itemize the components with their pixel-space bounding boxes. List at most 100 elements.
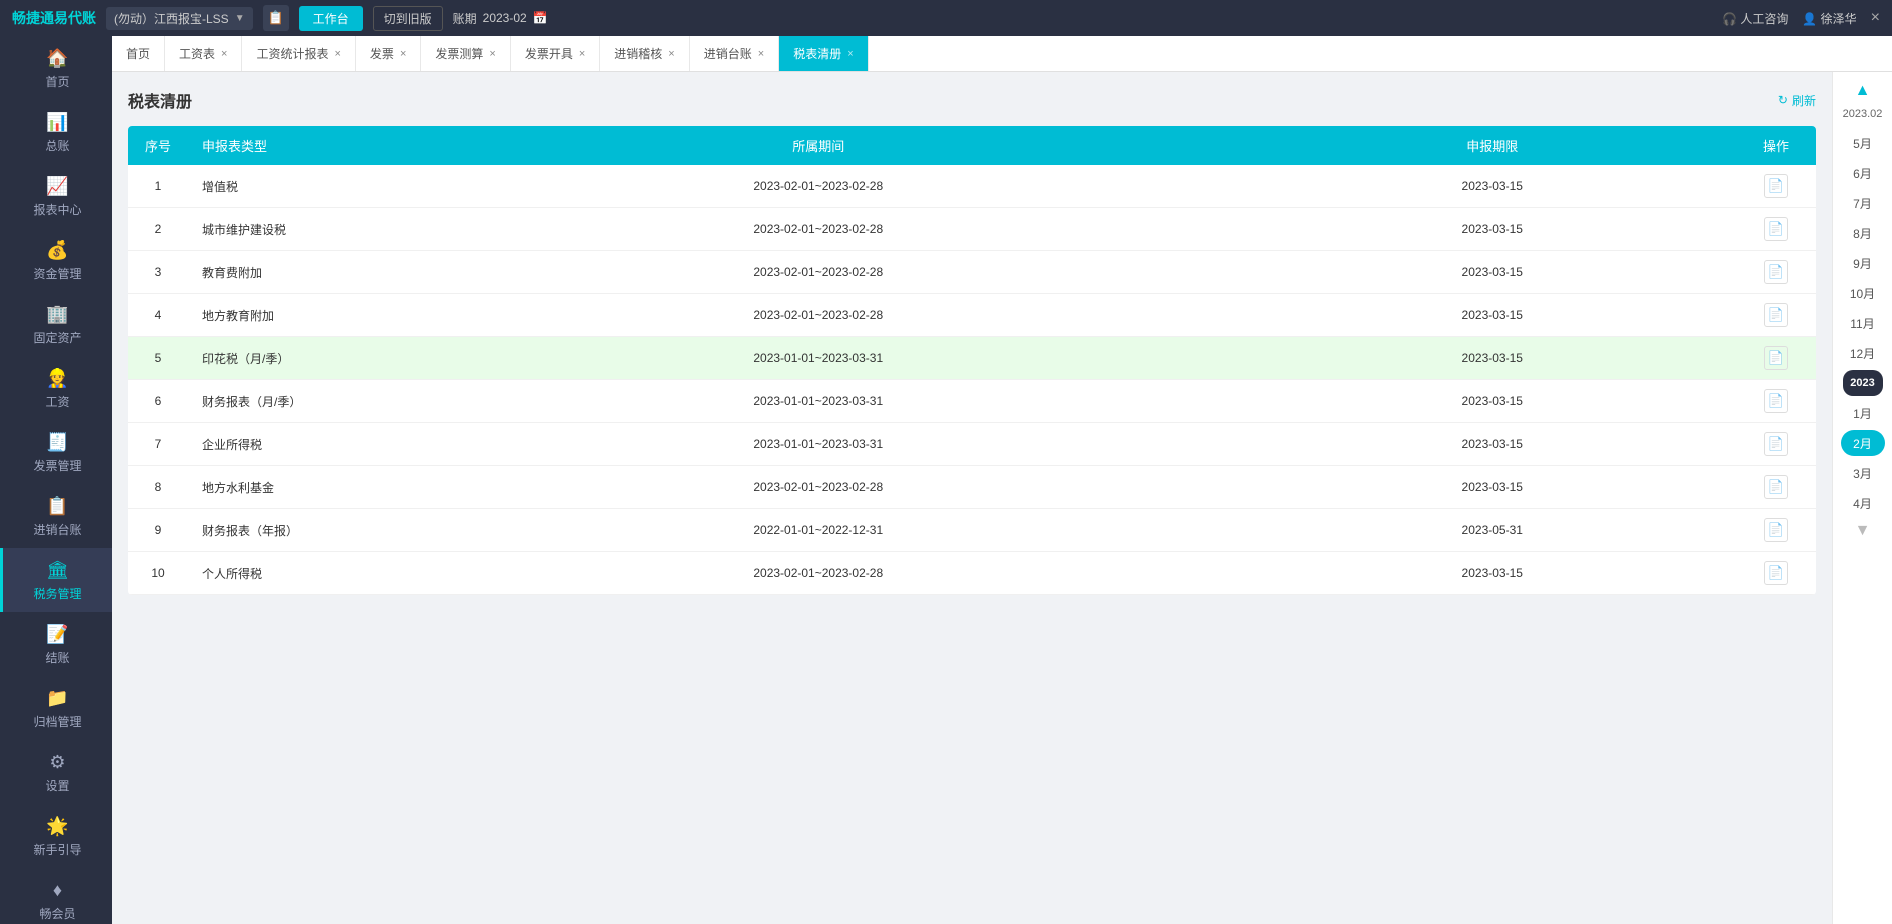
sidebar-label-assets: 固定资产 bbox=[33, 329, 81, 346]
workbench-button[interactable]: 工作台 bbox=[299, 6, 363, 31]
sidebar-item-invoices[interactable]: 🧾 发票管理 bbox=[0, 420, 112, 484]
action-detail-icon[interactable]: 📄 bbox=[1764, 260, 1788, 284]
month-3[interactable]: 3月 bbox=[1841, 460, 1885, 486]
company-name: (勿动）江西报宝-LSS bbox=[114, 10, 229, 27]
sidebar-label-home: 首页 bbox=[45, 73, 69, 90]
cell-index: 3 bbox=[128, 251, 188, 294]
cell-period: 2023-02-01~2023-02-28 bbox=[388, 251, 1248, 294]
month-12[interactable]: 12月 bbox=[1841, 340, 1885, 366]
action-detail-icon[interactable]: 📄 bbox=[1764, 174, 1788, 198]
user-profile[interactable]: 👤 徐泽华 bbox=[1802, 10, 1856, 27]
tab-purchase-ledger[interactable]: 进销台账 × bbox=[690, 36, 779, 71]
sidebar-item-settings[interactable]: ⚙ 设置 bbox=[0, 740, 112, 804]
cell-deadline: 2023-03-15 bbox=[1248, 165, 1736, 208]
page-header: 税表清册 ↻ 刷新 bbox=[128, 88, 1816, 112]
sidebar-item-closing[interactable]: 📝 结账 bbox=[0, 612, 112, 676]
sidebar-item-reports[interactable]: 📈 报表中心 bbox=[0, 164, 112, 228]
cell-index: 7 bbox=[128, 423, 188, 466]
action-detail-icon[interactable]: 📄 bbox=[1764, 217, 1788, 241]
sidebar-item-funds[interactable]: 💰 资金管理 bbox=[0, 228, 112, 292]
top-bar: 畅捷通易代账 (勿动）江西报宝-LSS ▼ 📋 工作台 切到旧版 账期 2023… bbox=[0, 0, 1892, 36]
ledger-icon: 📊 bbox=[46, 112, 68, 133]
action-detail-icon[interactable]: 📄 bbox=[1764, 303, 1788, 327]
cell-period: 2023-02-01~2023-02-28 bbox=[388, 552, 1248, 595]
action-detail-icon[interactable]: 📄 bbox=[1764, 561, 1788, 585]
month-8[interactable]: 8月 bbox=[1841, 220, 1885, 246]
tab-invoice-issue[interactable]: 发票开具 × bbox=[511, 36, 600, 71]
tab-purchase-audit-close[interactable]: × bbox=[668, 48, 674, 60]
copy-icon[interactable]: 📋 bbox=[263, 5, 289, 31]
sidebar-item-home[interactable]: 🏠 首页 bbox=[0, 36, 112, 100]
action-detail-icon[interactable]: 📄 bbox=[1764, 346, 1788, 370]
guide-icon: 🌟 bbox=[46, 816, 68, 837]
tab-invoice-calc-close[interactable]: × bbox=[489, 48, 495, 60]
month-6[interactable]: 6月 bbox=[1841, 160, 1885, 186]
cell-period: 2022-01-01~2022-12-31 bbox=[388, 509, 1248, 552]
cell-type: 个人所得税 bbox=[188, 552, 388, 595]
tab-invoice-close[interactable]: × bbox=[400, 48, 406, 60]
cell-action: 📄 bbox=[1736, 337, 1816, 380]
month-4[interactable]: 4月 bbox=[1841, 490, 1885, 516]
company-selector[interactable]: (勿动）江西报宝-LSS ▼ bbox=[106, 7, 253, 30]
top-bar-right: 🎧 人工咨询 👤 徐泽华 × bbox=[1722, 9, 1880, 27]
month-5[interactable]: 5月 bbox=[1841, 130, 1885, 156]
tab-invoice-calc[interactable]: 发票测算 × bbox=[421, 36, 510, 71]
month-10[interactable]: 10月 bbox=[1841, 280, 1885, 306]
year-2023: 2023 bbox=[1843, 370, 1883, 396]
action-detail-icon[interactable]: 📄 bbox=[1764, 432, 1788, 456]
action-detail-icon[interactable]: 📄 bbox=[1764, 389, 1788, 413]
tab-bar: 首页 工资表 × 工资统计报表 × 发票 × 发票测算 × 发票开具 × bbox=[112, 36, 1892, 72]
tab-home[interactable]: 首页 bbox=[112, 36, 165, 71]
assets-icon: 🏢 bbox=[46, 304, 68, 325]
sidebar-item-assets[interactable]: 🏢 固定资产 bbox=[0, 292, 112, 356]
tab-invoice-issue-close[interactable]: × bbox=[579, 48, 585, 60]
sidebar-item-guide[interactable]: 🌟 新手引导 bbox=[0, 804, 112, 868]
tab-purchase-audit[interactable]: 进销稽核 × bbox=[600, 36, 689, 71]
sidebar-item-archive[interactable]: 📁 归档管理 bbox=[0, 676, 112, 740]
switch-old-button[interactable]: 切到旧版 bbox=[373, 6, 443, 31]
table-row: 5 印花税（月/季） 2023-01-01~2023-03-31 2023-03… bbox=[128, 337, 1816, 380]
content-area: 首页 工资表 × 工资统计报表 × 发票 × 发票测算 × 发票开具 × bbox=[112, 36, 1892, 924]
nav-up-button[interactable]: ▲ bbox=[1851, 78, 1875, 104]
month-9[interactable]: 9月 bbox=[1841, 250, 1885, 276]
sidebar-item-member[interactable]: ♦ 畅会员 bbox=[0, 868, 112, 924]
sidebar-item-ledger[interactable]: 📊 总账 bbox=[0, 100, 112, 164]
window-close-button[interactable]: × bbox=[1871, 9, 1880, 27]
sidebar: 🏠 首页 📊 总账 📈 报表中心 💰 资金管理 🏢 固定资产 👷 工资 🧾 发票… bbox=[0, 36, 112, 924]
sidebar-label-member: 畅会员 bbox=[39, 905, 75, 922]
table-row: 3 教育费附加 2023-02-01~2023-02-28 2023-03-15… bbox=[128, 251, 1816, 294]
calendar-icon[interactable]: 📅 bbox=[533, 11, 548, 25]
refresh-button[interactable]: ↻ 刷新 bbox=[1778, 92, 1816, 109]
period-value: 2023-02 bbox=[483, 11, 527, 25]
month-1[interactable]: 1月 bbox=[1841, 400, 1885, 426]
sidebar-item-tax[interactable]: 🏛 税务管理 bbox=[0, 548, 112, 612]
cell-action: 📄 bbox=[1736, 251, 1816, 294]
main-panel: 税表清册 ↻ 刷新 序号 申报表类型 所属期间 申报期限 操作 bbox=[112, 72, 1832, 924]
tab-wages-report-label: 工资统计报表 bbox=[256, 45, 328, 62]
tab-tax-list[interactable]: 税表清册 × bbox=[779, 36, 868, 71]
sidebar-item-wages[interactable]: 👷 工资 bbox=[0, 356, 112, 420]
month-11[interactable]: 11月 bbox=[1841, 310, 1885, 336]
tab-tax-list-close[interactable]: × bbox=[847, 48, 853, 60]
sidebar-item-purchase-sales[interactable]: 📋 进销台账 bbox=[0, 484, 112, 548]
cell-period: 2023-01-01~2023-03-31 bbox=[388, 380, 1248, 423]
tab-wages[interactable]: 工资表 × bbox=[165, 36, 242, 71]
cell-index: 9 bbox=[128, 509, 188, 552]
col-action: 操作 bbox=[1736, 126, 1816, 165]
nav-down-button[interactable]: ▼ bbox=[1851, 518, 1875, 544]
cell-action: 📄 bbox=[1736, 509, 1816, 552]
month-2[interactable]: 2月 bbox=[1841, 430, 1885, 456]
tab-purchase-ledger-close[interactable]: × bbox=[758, 48, 764, 60]
tab-invoice[interactable]: 发票 × bbox=[356, 36, 421, 71]
tab-wages-close[interactable]: × bbox=[221, 48, 227, 60]
sidebar-label-invoices: 发票管理 bbox=[33, 457, 81, 474]
user-consult[interactable]: 🎧 人工咨询 bbox=[1722, 10, 1788, 27]
action-detail-icon[interactable]: 📄 bbox=[1764, 475, 1788, 499]
cell-deadline: 2023-03-15 bbox=[1248, 423, 1736, 466]
action-detail-icon[interactable]: 📄 bbox=[1764, 518, 1788, 542]
tab-wages-report-close[interactable]: × bbox=[334, 48, 340, 60]
month-7[interactable]: 7月 bbox=[1841, 190, 1885, 216]
cell-index: 5 bbox=[128, 337, 188, 380]
tab-wages-report[interactable]: 工资统计报表 × bbox=[242, 36, 355, 71]
chevron-down-icon: ▼ bbox=[235, 13, 245, 24]
